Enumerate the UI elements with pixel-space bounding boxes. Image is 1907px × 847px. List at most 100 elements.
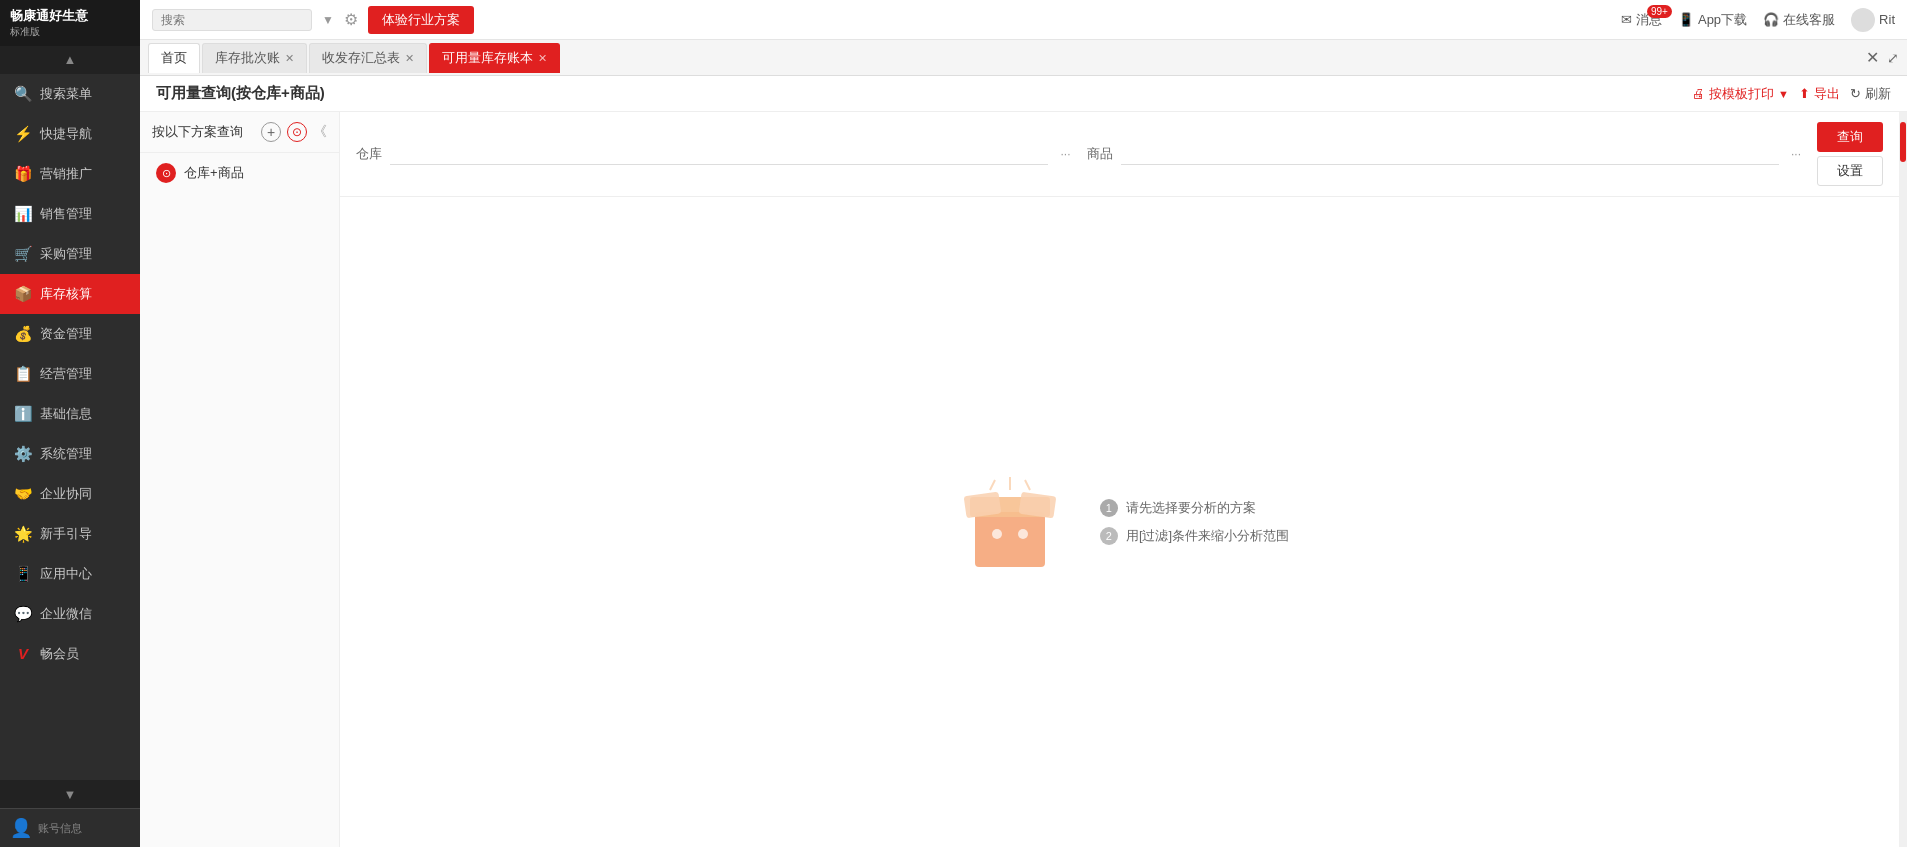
filter-header-actions: + ⊙ 《	[261, 122, 327, 142]
product-field: 商品 ···	[1087, 143, 1802, 165]
sidebar-item-sales[interactable]: 📊 销售管理	[0, 194, 140, 234]
filter-panel: 按以下方案查询 + ⊙ 《 ⊙ 仓库+商品	[140, 112, 340, 847]
sidebar-item-search[interactable]: 🔍 搜索菜单	[0, 74, 140, 114]
refresh-label: 刷新	[1865, 85, 1891, 103]
search-icon: 🔍	[14, 85, 32, 103]
user-menu-btn[interactable]: Rit	[1851, 8, 1895, 32]
close-window-icon[interactable]: ✕	[1866, 48, 1879, 67]
hint-num-1: 1	[1100, 499, 1118, 517]
tab-batch-close[interactable]: ✕	[285, 52, 294, 65]
filter-settings-btn[interactable]: ⊙	[287, 122, 307, 142]
sidebar-item-member[interactable]: V 畅会员	[0, 634, 140, 674]
topbar-right: ✉ 消息 99+ 📱 App下载 🎧 在线客服 Rit	[1621, 8, 1895, 32]
right-scrollbar[interactable]	[1899, 112, 1907, 847]
query-buttons: 查询 设置	[1817, 122, 1883, 186]
expand-icon[interactable]: ⤢	[1887, 50, 1899, 66]
sidebar-item-purchase[interactable]: 🛒 采购管理	[0, 234, 140, 274]
export-btn[interactable]: ⬆ 导出	[1799, 85, 1840, 103]
tab-batch[interactable]: 库存批次账 ✕	[202, 43, 307, 73]
tabs-right-actions: ✕ ⤢	[1866, 48, 1899, 67]
print-chevron-icon: ▼	[1778, 88, 1789, 100]
sidebar-item-newbie[interactable]: 🌟 新手引导	[0, 514, 140, 554]
empty-hints: 1 请先选择要分析的方案 2 用[过滤]条件来缩小分析范围	[1100, 499, 1289, 545]
sidebar-item-label: 系统管理	[40, 445, 92, 463]
message-icon: ✉	[1621, 12, 1632, 27]
sidebar-item-label: 应用中心	[40, 565, 92, 583]
empty-state: 1 请先选择要分析的方案 2 用[过滤]条件来缩小分析范围	[340, 197, 1899, 847]
hint-num-2: 2	[1100, 527, 1118, 545]
svg-line-7	[1025, 480, 1030, 490]
sidebar-item-inventory[interactable]: 📦 库存核算	[0, 274, 140, 314]
chevron-down-icon[interactable]: ▼	[322, 13, 334, 27]
export-label: 导出	[1814, 85, 1840, 103]
filter-header: 按以下方案查询 + ⊙ 《	[140, 112, 339, 153]
query-btn[interactable]: 查询	[1817, 122, 1883, 152]
sidebar-scroll-down[interactable]: ▼	[0, 780, 140, 808]
app-download-btn[interactable]: 📱 App下载	[1678, 11, 1747, 29]
product-label: 商品	[1087, 145, 1113, 163]
sidebar-item-quicknav[interactable]: ⚡ 快捷导航	[0, 114, 140, 154]
newbie-icon: 🌟	[14, 525, 32, 543]
gear-icon[interactable]: ⚙	[344, 10, 358, 29]
query-form: 仓库 ··· 商品 ··· 查询 设置	[340, 112, 1899, 197]
tab-summary[interactable]: 收发存汇总表 ✕	[309, 43, 427, 73]
scrollbar-thumb	[1900, 122, 1906, 162]
refresh-btn[interactable]: ↻ 刷新	[1850, 85, 1891, 103]
sidebar-item-finance[interactable]: 💰 资金管理	[0, 314, 140, 354]
product-input[interactable]	[1121, 143, 1779, 165]
sidebar-item-basic[interactable]: ℹ️ 基础信息	[0, 394, 140, 434]
filter-collapse-icon[interactable]: 《	[313, 123, 327, 141]
tab-available[interactable]: 可用量库存账本 ✕	[429, 43, 560, 73]
tab-summary-close[interactable]: ✕	[405, 52, 414, 65]
filter-item-warehouse-product[interactable]: ⊙ 仓库+商品	[140, 153, 339, 193]
warehouse-input[interactable]	[390, 143, 1048, 165]
filter-item-label: 仓库+商品	[184, 164, 244, 182]
sidebar-footer: 👤 账号信息	[0, 808, 140, 847]
tab-available-label: 可用量库存账本	[442, 49, 533, 67]
sales-icon: 📊	[14, 205, 32, 223]
app-version: 标准版	[10, 25, 130, 38]
tab-home[interactable]: 首页	[148, 43, 200, 73]
sidebar-item-label: 营销推广	[40, 165, 92, 183]
enterprise-icon: 🤝	[14, 485, 32, 503]
sidebar-item-marketing[interactable]: 🎁 营销推广	[0, 154, 140, 194]
empty-illustration	[950, 462, 1070, 582]
sidebar-scroll-up[interactable]: ▲	[0, 46, 140, 74]
sidebar-item-label: 资金管理	[40, 325, 92, 343]
empty-state-inner: 1 请先选择要分析的方案 2 用[过滤]条件来缩小分析范围	[950, 462, 1289, 582]
sidebar-item-system[interactable]: ⚙️ 系统管理	[0, 434, 140, 474]
operations-icon: 📋	[14, 365, 32, 383]
export-icon: ⬆	[1799, 86, 1810, 101]
empty-hint-1: 1 请先选择要分析的方案	[1100, 499, 1289, 517]
filter-header-label: 按以下方案查询	[152, 123, 243, 141]
filter-item-icon: ⊙	[156, 163, 176, 183]
sidebar-item-label: 搜索菜单	[40, 85, 92, 103]
sidebar-item-label: 经营管理	[40, 365, 92, 383]
sidebar-item-wechat[interactable]: 💬 企业微信	[0, 594, 140, 634]
sidebar-item-label: 销售管理	[40, 205, 92, 223]
warehouse-more-btn[interactable]: ···	[1060, 147, 1070, 161]
wechat-icon: 💬	[14, 605, 32, 623]
svg-point-5	[1018, 529, 1028, 539]
topbar-search-input[interactable]	[152, 9, 312, 31]
industry-btn[interactable]: 体验行业方案	[368, 6, 474, 34]
product-more-btn[interactable]: ···	[1791, 147, 1801, 161]
sidebar-item-operations[interactable]: 📋 经营管理	[0, 354, 140, 394]
print-label: 按模板打印	[1709, 85, 1774, 103]
footer-user-label: 账号信息	[38, 821, 82, 836]
appstore-icon: 📱	[14, 565, 32, 583]
settings-btn[interactable]: 设置	[1817, 156, 1883, 186]
finance-icon: 💰	[14, 325, 32, 343]
print-btn[interactable]: 🖨 按模板打印 ▼	[1692, 85, 1789, 103]
sidebar-item-label: 企业微信	[40, 605, 92, 623]
tab-available-close[interactable]: ✕	[538, 52, 547, 65]
filter-add-btn[interactable]: +	[261, 122, 281, 142]
svg-line-8	[990, 480, 995, 490]
hint-text-2: 用[过滤]条件来缩小分析范围	[1126, 527, 1289, 545]
message-btn[interactable]: ✉ 消息 99+	[1621, 11, 1662, 29]
sidebar-item-label: 库存核算	[40, 285, 92, 303]
sidebar-item-appstore[interactable]: 📱 应用中心	[0, 554, 140, 594]
sidebar-item-enterprise[interactable]: 🤝 企业协同	[0, 474, 140, 514]
support-btn[interactable]: 🎧 在线客服	[1763, 11, 1835, 29]
support-icon: 🎧	[1763, 12, 1779, 27]
